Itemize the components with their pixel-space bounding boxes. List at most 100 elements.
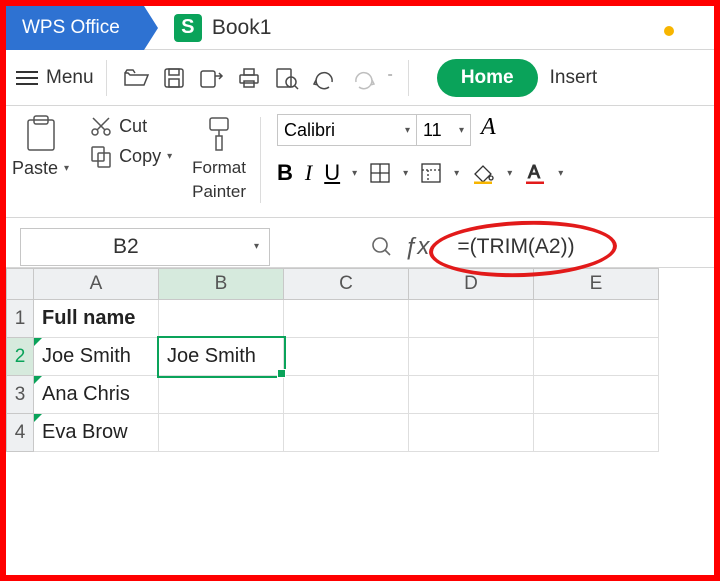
dropdown-icon: ▾ xyxy=(64,163,69,174)
print-preview-button[interactable] xyxy=(271,63,303,93)
fx-icon[interactable]: ƒx xyxy=(404,233,429,261)
clipboard-icon xyxy=(24,114,58,154)
bold-button[interactable]: B xyxy=(277,160,293,186)
separator xyxy=(408,60,409,96)
cell-E3[interactable] xyxy=(534,376,659,414)
underline-button[interactable]: U xyxy=(324,160,340,186)
magnifier-icon xyxy=(370,235,394,259)
dropdown-icon: ▾ xyxy=(459,125,464,136)
tab-insert[interactable]: Insert xyxy=(550,67,598,89)
separator xyxy=(106,60,107,96)
font-color-icon: A xyxy=(524,162,546,184)
undo-button[interactable] xyxy=(309,63,341,93)
dropdown-icon: ▾ xyxy=(507,168,512,179)
format-painter-icon xyxy=(204,114,234,154)
col-header-B[interactable]: B xyxy=(159,268,284,300)
cell-B1[interactable] xyxy=(159,300,284,338)
cell-A1[interactable]: Full name xyxy=(34,300,159,338)
col-header-A[interactable]: A xyxy=(34,268,159,300)
formula-input[interactable]: =(TRIM(A2)) xyxy=(439,231,592,263)
row-header-3[interactable]: 3 xyxy=(6,376,34,414)
cell-E2[interactable] xyxy=(534,338,659,376)
cell-C1[interactable] xyxy=(284,300,409,338)
select-all-corner[interactable] xyxy=(6,268,34,300)
menu-button[interactable]: Menu xyxy=(16,67,94,89)
app-title-text: WPS Office xyxy=(22,17,120,39)
row-header-2[interactable]: 2 xyxy=(6,338,34,376)
ribbon-menu-row: Menu ⁼ Home Insert xyxy=(6,50,714,106)
dropdown-icon: ▾ xyxy=(167,151,172,162)
dropdown-icon: ▾ xyxy=(405,125,410,136)
qat-dropdown[interactable]: ⁼ xyxy=(385,69,396,86)
cell-D1[interactable] xyxy=(409,300,534,338)
cell-D2[interactable] xyxy=(409,338,534,376)
cut-button[interactable]: Cut xyxy=(89,114,172,138)
cell-format-button[interactable] xyxy=(420,162,442,184)
tab-home[interactable]: Home xyxy=(437,59,538,97)
quick-access-toolbar: ⁼ xyxy=(119,63,396,93)
cell-A2[interactable]: Joe Smith xyxy=(34,338,159,376)
unsaved-indicator-icon xyxy=(664,26,674,36)
font-name-select[interactable]: Calibri▾ xyxy=(277,114,417,146)
col-header-C[interactable]: C xyxy=(284,268,409,300)
copy-label: Copy xyxy=(119,146,161,167)
cell-C2[interactable] xyxy=(284,338,409,376)
format-painter-button[interactable]: Format Painter xyxy=(186,114,252,202)
italic-button[interactable]: I xyxy=(305,160,312,186)
cell-E4[interactable] xyxy=(534,414,659,452)
redo-button[interactable] xyxy=(347,63,379,93)
cell-D4[interactable] xyxy=(409,414,534,452)
cell-C4[interactable] xyxy=(284,414,409,452)
cut-label: Cut xyxy=(119,116,147,137)
row-header-1[interactable]: 1 xyxy=(6,300,34,338)
undo-icon xyxy=(312,66,338,90)
document-tab[interactable]: S Book1 xyxy=(144,6,290,49)
export-button[interactable] xyxy=(195,63,227,93)
copy-button[interactable]: Copy ▾ xyxy=(89,144,172,168)
increase-font-button[interactable]: A xyxy=(481,114,496,146)
scissors-icon xyxy=(89,114,113,138)
ribbon-toolbar: Paste▾ Cut Copy ▾ Format Painter Calibri▾… xyxy=(6,106,714,218)
cell-B4[interactable] xyxy=(159,414,284,452)
spreadsheet-grid: A B C D E 1 Full name 2 Joe Smith Joe Sm… xyxy=(6,268,714,452)
dropdown-icon: ▾ xyxy=(558,168,563,179)
fill-color-button[interactable] xyxy=(471,162,495,184)
copy-icon xyxy=(89,144,113,168)
cell-B2[interactable]: Joe Smith xyxy=(159,338,284,376)
dropdown-icon: ▾ xyxy=(454,168,459,179)
borders-button[interactable] xyxy=(369,162,391,184)
clipboard-group: Cut Copy ▾ xyxy=(83,114,178,168)
row-header-4[interactable]: 4 xyxy=(6,414,34,452)
print-preview-icon xyxy=(274,66,300,90)
tab-home-label: Home xyxy=(461,67,514,88)
cell-A3[interactable]: Ana Chris xyxy=(34,376,159,414)
column-headers: A B C D E xyxy=(34,268,659,300)
cell-C3[interactable] xyxy=(284,376,409,414)
open-button[interactable] xyxy=(119,63,153,93)
col-header-E[interactable]: E xyxy=(534,268,659,300)
cell-D3[interactable] xyxy=(409,376,534,414)
borders-icon xyxy=(369,162,391,184)
cell-format-icon xyxy=(420,162,442,184)
bucket-icon xyxy=(471,162,495,184)
save-button[interactable] xyxy=(159,63,189,93)
paste-button[interactable]: Paste▾ xyxy=(6,114,75,179)
col-header-D[interactable]: D xyxy=(409,268,534,300)
print-button[interactable] xyxy=(233,63,265,93)
hamburger-icon xyxy=(16,71,38,85)
font-size-select[interactable]: 11▾ xyxy=(417,114,471,146)
app-title-tab: WPS Office xyxy=(6,6,144,50)
title-bar: WPS Office S Book1 xyxy=(6,6,714,50)
print-icon xyxy=(236,66,262,90)
cell-A4[interactable]: Eva Brow xyxy=(34,414,159,452)
name-box[interactable]: B2 ▾ xyxy=(20,228,270,266)
zoom-formula-button[interactable] xyxy=(370,235,394,259)
cell-E1[interactable] xyxy=(534,300,659,338)
formula-bar-row: B2 ▾ ƒx =(TRIM(A2)) xyxy=(6,218,714,268)
font-group: Calibri▾ 11▾ A B I U ▾ ▾ ▾ ▾ A ▾ xyxy=(269,114,569,186)
cell-B3[interactable] xyxy=(159,376,284,414)
font-color-button[interactable]: A xyxy=(524,162,546,184)
format-painter-label-1: Format xyxy=(192,158,246,178)
dropdown-icon: ▾ xyxy=(403,168,408,179)
dropdown-icon: ▾ xyxy=(254,241,259,252)
